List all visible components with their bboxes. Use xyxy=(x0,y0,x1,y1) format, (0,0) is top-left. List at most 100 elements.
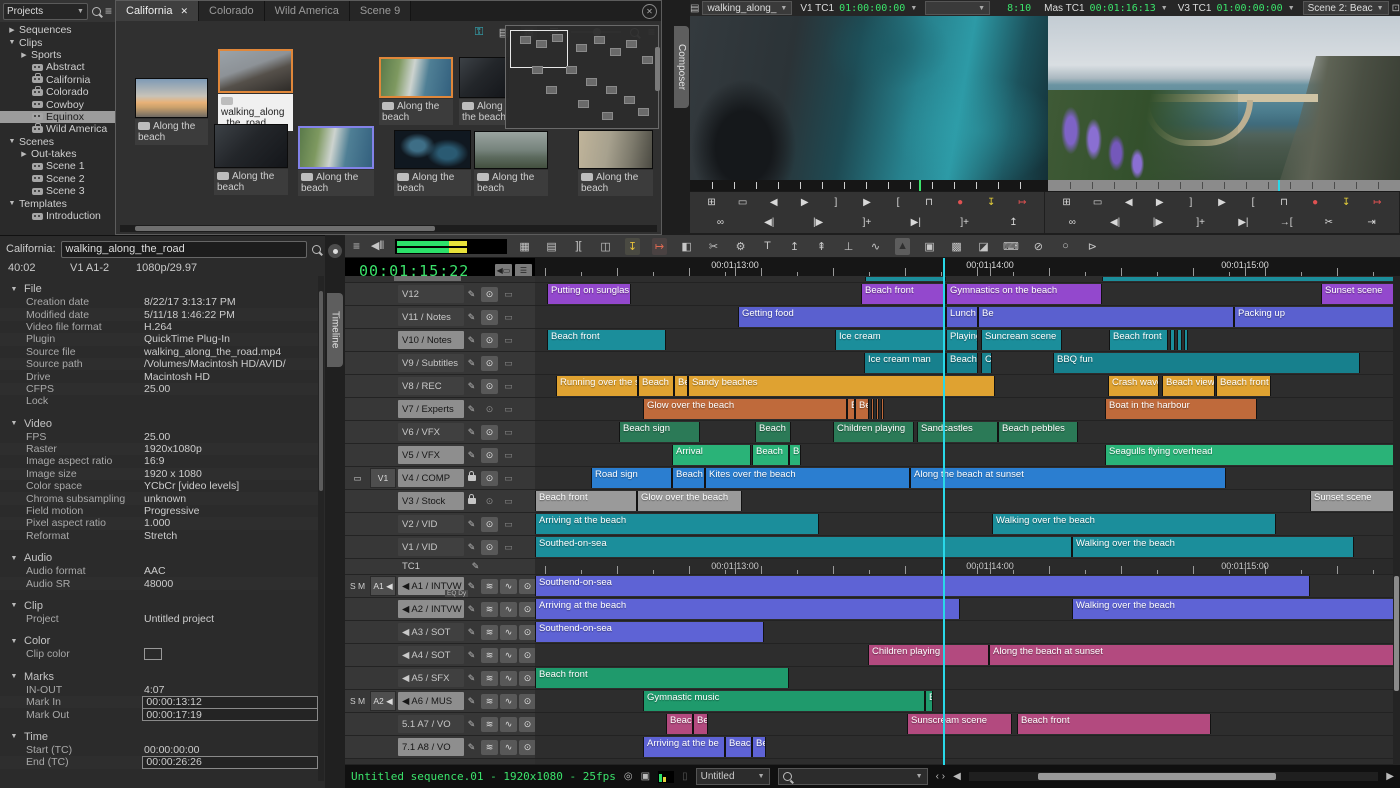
waveform-button[interactable]: ≋ xyxy=(481,671,498,686)
section-header[interactable]: ▼Marks xyxy=(0,670,318,684)
timeline-horizontal-scrollbar[interactable] xyxy=(969,772,1379,781)
back-one-button[interactable]: ◀| xyxy=(762,217,776,228)
timeline-clip[interactable]: BBQ fun xyxy=(1053,353,1360,373)
circle-icon[interactable]: ○ xyxy=(1058,238,1073,255)
overwrite-icon[interactable]: ↦ xyxy=(652,238,667,255)
timeline-clip[interactable]: Lunch xyxy=(946,307,978,327)
sidebar-item-abstract[interactable]: Abstract xyxy=(0,61,115,73)
track-monitor-button[interactable]: ▭ xyxy=(500,333,517,348)
empty-menu[interactable]: ▼ xyxy=(925,1,990,15)
timeline-clip[interactable]: Arriving at the beach xyxy=(535,599,960,619)
scroll-right-icon[interactable]: ▶ xyxy=(1386,771,1394,782)
timeline-vertical-scrollbar[interactable] xyxy=(1393,276,1400,765)
track-monitor-button[interactable]: ▭ xyxy=(500,425,517,440)
timeline-clip[interactable]: B xyxy=(847,399,855,419)
record-enable-button[interactable]: ⊙ xyxy=(481,471,498,486)
splice-in-button[interactable]: ↧ xyxy=(984,197,998,208)
timeline-clip[interactable]: Be xyxy=(674,376,688,396)
sidebar-item-cowboy[interactable]: Cowboy xyxy=(0,98,115,110)
track-lane[interactable]: Getting foodLunchBePacking up xyxy=(535,306,1400,329)
timeline-clip[interactable]: Glow over the beach xyxy=(637,491,742,511)
timeline-clip-sliver[interactable] xyxy=(876,399,879,419)
target-icon[interactable]: ◎ xyxy=(624,771,633,782)
track-header[interactable]: V8 / REC✎⊙▭ xyxy=(345,375,535,398)
timeline-clip[interactable]: Southend-on-sea xyxy=(535,576,1310,596)
play-button[interactable]: ▶ xyxy=(860,197,874,208)
timeline-clip[interactable]: C xyxy=(981,353,992,373)
in-plus-button[interactable]: ]+ xyxy=(958,217,972,228)
timeline-clip[interactable]: Sandcastles xyxy=(917,422,998,442)
bin-minimap[interactable] xyxy=(505,25,659,129)
timeline-clip[interactable]: Beach xyxy=(752,445,789,465)
track-lane[interactable]: Beach frontIce creamPlayingSuncream scen… xyxy=(535,329,1400,352)
track-lane[interactable]: Southend-on-sea xyxy=(535,621,1400,644)
clip-thumbnail[interactable]: Along the beach xyxy=(474,131,548,196)
grid-button[interactable]: ⊞ xyxy=(1060,197,1074,208)
track-monitor-button[interactable]: ▭ xyxy=(500,494,517,509)
timeline-clip[interactable]: Be xyxy=(752,737,766,757)
timeline-clip[interactable]: B xyxy=(925,691,933,711)
grid-button[interactable]: ⊞ xyxy=(705,197,719,208)
source-timecode[interactable]: V1 TC1 01:00:00:00 ▼ xyxy=(800,3,917,14)
solo-mute-buttons[interactable]: S M xyxy=(345,581,370,591)
timeline-clip[interactable]: Crash wave xyxy=(1108,376,1159,396)
track-header[interactable]: V1 / VID✎⊙▭ xyxy=(345,536,535,559)
render-icon[interactable]: ⊳ xyxy=(1085,238,1100,255)
tab-california[interactable]: California✕ xyxy=(116,1,199,21)
projects-selector[interactable]: Projects ▼ xyxy=(3,3,88,20)
source-track-button[interactable]: A2 ◀ xyxy=(370,691,396,711)
step-forward-button[interactable]: ▶ xyxy=(1153,197,1167,208)
track-header[interactable]: ◀ A4 / SOT✎≋∿⊙ xyxy=(345,644,535,667)
timeline-panel-tab[interactable]: Timeline xyxy=(327,293,343,367)
timeline-clip[interactable]: Sunset scene xyxy=(1321,284,1400,304)
record-enable-button[interactable]: ⊙ xyxy=(481,379,498,394)
pencil-icon[interactable]: ✎ xyxy=(464,696,479,707)
timeline-clip[interactable]: Suncream scene xyxy=(981,330,1062,350)
cut-icon[interactable]: ✂ xyxy=(706,238,721,255)
trim-mode-icon[interactable]: ][ xyxy=(571,238,586,255)
expanded-triangle-icon[interactable]: ▼ xyxy=(10,286,18,293)
tab-colorado[interactable]: Colorado xyxy=(199,1,265,21)
scroll-thumb[interactable] xyxy=(1038,773,1276,780)
record-enable-button[interactable]: ⊙ xyxy=(481,310,498,325)
menu-icon[interactable]: ≡ xyxy=(105,4,112,18)
pencil-icon[interactable]: ✎ xyxy=(464,742,479,753)
list-icon[interactable]: ▤ xyxy=(544,238,559,255)
mark-in-button[interactable]: [ xyxy=(891,197,905,208)
record-button[interactable]: ● xyxy=(953,197,967,208)
audio-monitor-button[interactable]: ⊙ xyxy=(519,717,536,732)
track-lane[interactable]: ArrivalBeachBeSeagulls flying overhead xyxy=(535,444,1400,467)
expanded-triangle-icon[interactable]: ▼ xyxy=(10,638,18,645)
track-header[interactable]: ◀ A3 / SOT✎≋∿⊙ xyxy=(345,621,535,644)
audio-monitor-button[interactable]: ⊙ xyxy=(519,625,536,640)
pan-button[interactable]: ∿ xyxy=(500,625,517,640)
track-header[interactable]: V9 / Subtitles✎⊙▭ xyxy=(345,352,535,375)
clip-thumbnail[interactable]: Along the beach xyxy=(379,57,453,125)
monitor-icon[interactable]: ▣ xyxy=(641,771,650,782)
timeline-clip[interactable]: Arrival xyxy=(672,445,751,465)
timeline-clip[interactable]: Beach view xyxy=(1162,376,1215,396)
timeline-clip[interactable]: Along the beach at sunset xyxy=(989,645,1396,665)
pencil-icon[interactable]: ✎ xyxy=(464,627,479,638)
track-monitor-button[interactable]: ▭ xyxy=(500,356,517,371)
expanded-triangle-icon[interactable]: ▼ xyxy=(10,420,18,427)
mark-in-button[interactable]: [ xyxy=(1246,197,1260,208)
sidebar-item-scene-3[interactable]: Scene 3 xyxy=(0,185,115,197)
timeline-clip[interactable]: Sunset scene xyxy=(1310,491,1400,511)
track-lane[interactable]: Ice cream manBeachCBBQ fun xyxy=(535,352,1400,375)
timeline-clip[interactable]: Getting food xyxy=(738,307,946,327)
track-name-button[interactable]: V12 xyxy=(398,285,464,303)
record-enable-button[interactable]: ⊙ xyxy=(481,333,498,348)
track-lane[interactable]: Gymnastic musicB xyxy=(535,690,1400,713)
track-monitor-button[interactable]: ▭ xyxy=(500,471,517,486)
timeline-clip[interactable]: Ice cream man xyxy=(864,353,946,373)
sidebar-item-colorado[interactable]: Colorado xyxy=(0,86,115,98)
sidebar-item-scene-2[interactable]: Scene 2 xyxy=(0,173,115,185)
track-lane[interactable]: Arriving at the beBeacBe xyxy=(535,736,1400,759)
track-name-button[interactable]: V4 / COMP xyxy=(398,469,464,487)
record-enable-button[interactable]: ⊙ xyxy=(481,517,498,532)
gang-button[interactable]: ∞ xyxy=(1065,217,1079,228)
timeline-clip[interactable]: Sunscream scene xyxy=(907,714,1012,734)
timeline-search-input[interactable]: ▼ xyxy=(778,768,928,785)
timeline-clip[interactable]: Beach front xyxy=(861,284,946,304)
